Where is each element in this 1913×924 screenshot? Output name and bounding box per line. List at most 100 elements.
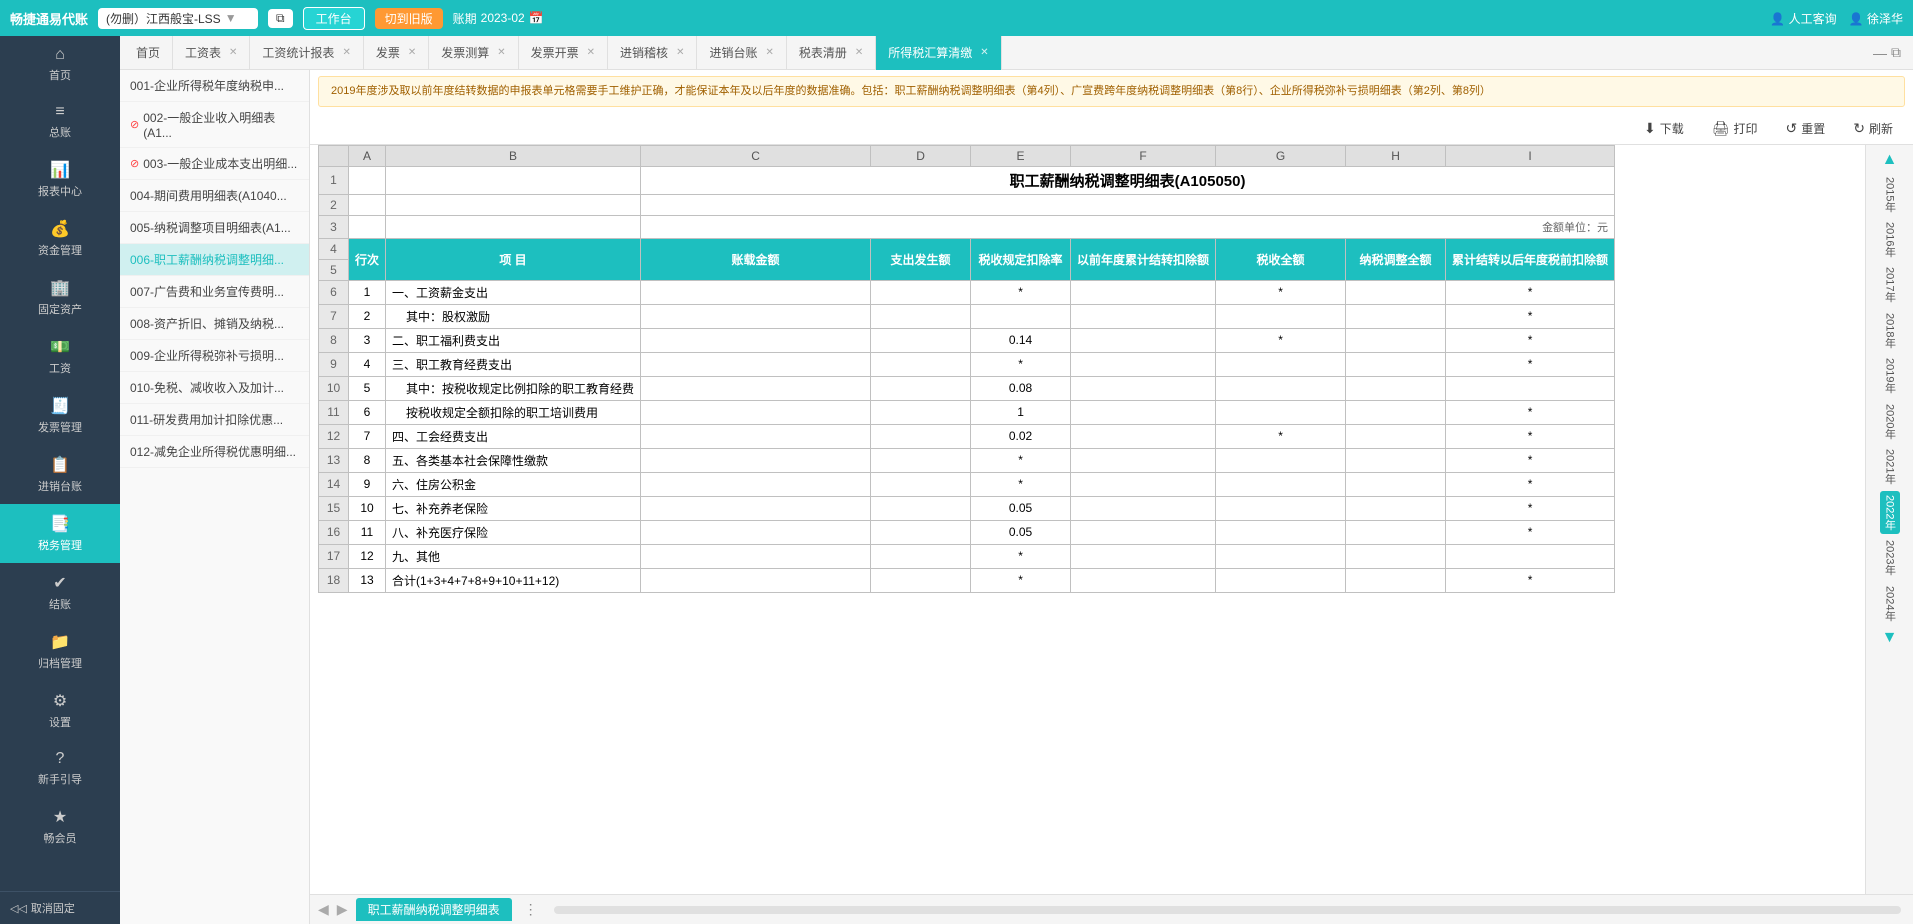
user-btn[interactable]: 👤 徐泽华 [1849, 10, 1903, 27]
year-scroll-up[interactable]: ▲ [1880, 149, 1900, 171]
year-2016[interactable]: 2016年 [1880, 218, 1900, 261]
tab-purchase-check[interactable]: 进销稽核 ✕ [608, 36, 697, 70]
list-item-004[interactable]: 004-期间费用明细表(A1040... [120, 180, 309, 212]
tab-salary-report[interactable]: 工资统计报表 ✕ [250, 36, 363, 70]
download-btn[interactable]: ⬇ 下载 [1636, 117, 1692, 140]
error-icon-003: ⊘ [130, 157, 139, 170]
horizontal-scrollbar[interactable] [554, 906, 1901, 914]
list-item-007[interactable]: 007-广告费和业务宣传费明... [120, 276, 309, 308]
company-name: (勿删）江西般宝-LSS [106, 10, 221, 27]
sheet-options-btn[interactable]: ⋮ [524, 901, 538, 918]
tab-invoice[interactable]: 发票 ✕ [364, 36, 429, 70]
tab-tax-annual[interactable]: 所得税汇算清缴 ✕ [876, 36, 1001, 70]
col-i: I [1446, 145, 1615, 166]
list-item-008[interactable]: 008-资产折旧、摊销及纳税... [120, 308, 309, 340]
list-item-009[interactable]: 009-企业所得税弥补亏损明... [120, 340, 309, 372]
tab-purchase-ledger[interactable]: 进销台账 ✕ [697, 36, 786, 70]
table-row-6: 6 1 一、工资薪金支出 * * [319, 280, 1745, 304]
year-2021[interactable]: 2021年 [1880, 445, 1900, 488]
tab-close-invoice-calc[interactable]: ✕ [497, 47, 505, 58]
tab-close-salary-report[interactable]: ✕ [342, 47, 350, 58]
table-row-17: 17 12 九、其他 * [319, 544, 1745, 568]
list-item-005[interactable]: 005-纳税调整项目明细表(A1... [120, 212, 309, 244]
sidebar-item-tax[interactable]: 📑 税务管理 [0, 504, 120, 563]
year-2023[interactable]: 2023年 [1880, 536, 1900, 579]
table-row-13: 13 8 五、各类基本社会保障性缴款 * [319, 448, 1745, 472]
tab-maximize-icon[interactable]: ⧉ [1891, 44, 1901, 61]
tab-close-tax-annual[interactable]: ✕ [980, 47, 988, 58]
tab-tax-clear[interactable]: 税表清册 ✕ [787, 36, 876, 70]
year-2018[interactable]: 2018年 [1880, 309, 1900, 352]
year-scroll-down[interactable]: ▼ [1880, 627, 1900, 649]
cancel-fixed-btn[interactable]: ◁◁ 取消固定 [0, 892, 120, 924]
tab-close-tax-clear[interactable]: ✕ [855, 47, 863, 58]
table-row-8: 8 3 二、职工福利费支出 0.14 * [319, 328, 1745, 352]
warning-text: 2019年度涉及取以前年度结转数据的申报表单元格需要手工维护正确，才能保证本年及… [331, 85, 1491, 97]
print-btn[interactable]: 🖨 打印 [1704, 117, 1766, 140]
company-selector[interactable]: (勿删）江西般宝-LSS ▼ [98, 8, 258, 29]
salary-icon: 💵 [50, 337, 70, 357]
list-item-012[interactable]: 012-减免企业所得税优惠明细... [120, 436, 309, 468]
workbench-btn[interactable]: 工作台 [303, 7, 365, 30]
list-item-011[interactable]: 011-研发费用加计扣除优惠... [120, 404, 309, 436]
support-btn[interactable]: 👤 人工客询 [1770, 10, 1836, 27]
fixed-icon: 🏢 [50, 278, 70, 298]
col-header-4: 以前年度累计结转扣除额 [1071, 238, 1216, 280]
sidebar-item-home[interactable]: ⌂ 首页 [0, 36, 120, 93]
rn-1: 1 [319, 166, 349, 194]
bottom-bar: ◀ ▶ 职工薪酬纳税调整明细表 ⋮ [310, 894, 1913, 924]
sheet-tab[interactable]: 职工薪酬纳税调整明细表 [356, 898, 512, 921]
tab-close-salary[interactable]: ✕ [229, 47, 237, 58]
tab-invoice-open[interactable]: 发票开票 ✕ [519, 36, 608, 70]
sidebar-label-tax: 税务管理 [38, 537, 82, 553]
list-item-001[interactable]: 001-企业所得税年度纳税申... [120, 70, 309, 102]
copy-btn[interactable]: ⧉ [268, 9, 293, 28]
sidebar-item-invoice[interactable]: 🧾 发票管理 [0, 386, 120, 445]
sidebar-item-ledger[interactable]: ≡ 总账 [0, 93, 120, 150]
sidebar-item-settings[interactable]: ⚙ 设置 [0, 681, 120, 740]
calendar-icon[interactable]: 📅 [529, 11, 544, 25]
tab-home[interactable]: 首页 [124, 36, 173, 70]
list-item-006[interactable]: 006-职工薪酬纳税调整明细... [120, 244, 309, 276]
year-2022[interactable]: 2022年 [1880, 491, 1900, 534]
sidebar-item-purchase[interactable]: 📋 进销台账 [0, 445, 120, 504]
list-item-010[interactable]: 010-免税、减收收入及加计... [120, 372, 309, 404]
year-2020[interactable]: 2020年 [1880, 400, 1900, 443]
year-2017[interactable]: 2017年 [1880, 263, 1900, 306]
table-row-15: 15 10 七、补充养老保险 0.05 [319, 496, 1745, 520]
switch-btn[interactable]: 切到旧版 [375, 8, 443, 29]
col-c: C [641, 145, 871, 166]
sheet-next-btn[interactable]: ▶ [337, 901, 348, 918]
rn-7: 7 [319, 304, 349, 328]
sidebar-item-vip[interactable]: ★ 畅会员 [0, 797, 120, 856]
sheet-prev-btn[interactable]: ◀ [318, 901, 329, 918]
year-2015[interactable]: 2015年 [1880, 173, 1900, 216]
sidebar-item-asset[interactable]: 💰 资金管理 [0, 209, 120, 268]
tab-close-invoice[interactable]: ✕ [408, 47, 416, 58]
year-2019[interactable]: 2019年 [1880, 354, 1900, 397]
reset-btn[interactable]: ↺ 重置 [1778, 117, 1834, 140]
tab-minimize-icon[interactable]: — [1873, 45, 1887, 61]
tab-salary[interactable]: 工资表 ✕ [173, 36, 250, 70]
list-item-002[interactable]: ⊘ 002-一般企业收入明细表(A1... [120, 102, 309, 148]
sidebar-item-report[interactable]: 📊 报表中心 [0, 150, 120, 209]
tab-close-purchase-check[interactable]: ✕ [676, 47, 684, 58]
refresh-btn[interactable]: ↻ 刷新 [1845, 117, 1901, 140]
sidebar-item-newbie[interactable]: ? 新手引导 [0, 740, 120, 797]
table-container[interactable]: A B C D E F G H I [310, 145, 1865, 895]
list-item-003[interactable]: ⊘ 003-一般企业成本支出明细... [120, 148, 309, 180]
tab-invoice-calc[interactable]: 发票测算 ✕ [429, 36, 518, 70]
sidebar-label-fixed: 固定资产 [38, 301, 82, 317]
app-logo: 畅捷通易代账 [10, 9, 88, 28]
tab-close-purchase-ledger[interactable]: ✕ [765, 47, 773, 58]
tab-close-invoice-open[interactable]: ✕ [587, 47, 595, 58]
year-2024[interactable]: 2024年 [1880, 582, 1900, 625]
sidebar-item-close[interactable]: ✔ 结账 [0, 563, 120, 622]
table-row-4: 4 行次 项 目 账载金额 支出发生额 税收规定扣除率 以前年度累计结转扣除额 … [319, 238, 1745, 259]
sidebar-item-archive[interactable]: 📁 归档管理 [0, 622, 120, 681]
col-rownum [319, 145, 349, 166]
sidebar-label-invoice: 发票管理 [38, 419, 82, 435]
sidebar-item-fixed[interactable]: 🏢 固定资产 [0, 268, 120, 327]
error-icon-002: ⊘ [130, 118, 139, 131]
sidebar-item-salary[interactable]: 💵 工资 [0, 327, 120, 386]
